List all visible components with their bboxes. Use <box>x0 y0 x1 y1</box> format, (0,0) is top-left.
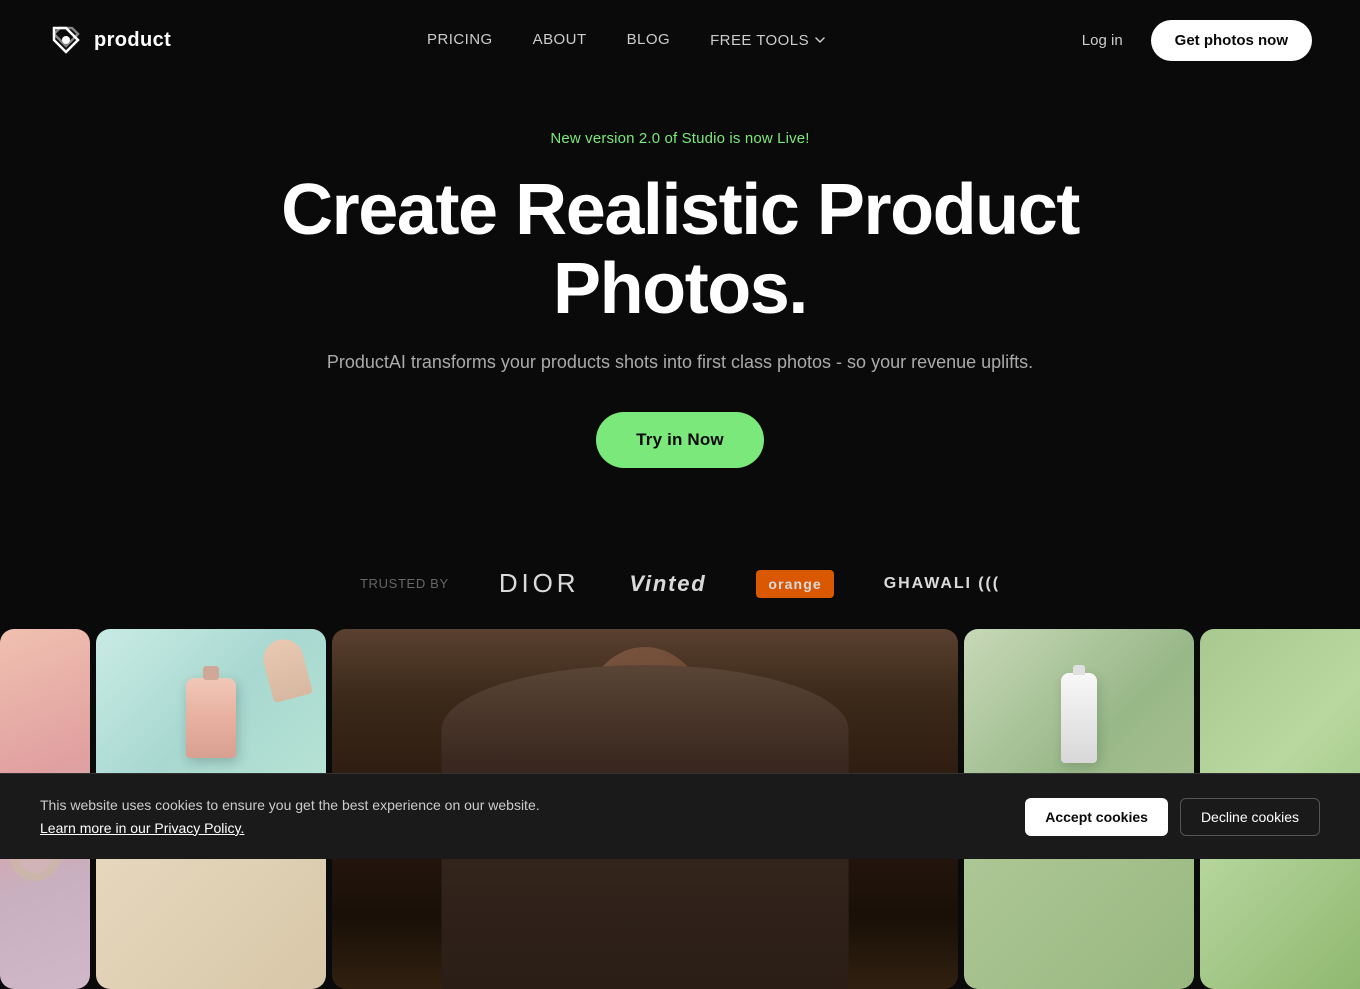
chevron-down-icon <box>814 34 826 46</box>
cookie-text: This website uses cookies to ensure you … <box>40 794 540 839</box>
logo-icon <box>48 22 84 58</box>
brand-ghawali: GHAWALI ((( <box>884 575 1000 593</box>
nav-blog[interactable]: BLOG <box>627 31 670 48</box>
login-link[interactable]: Log in <box>1082 32 1123 49</box>
get-photos-button[interactable]: Get photos now <box>1151 20 1312 61</box>
cookie-banner: This website uses cookies to ensure you … <box>0 773 1360 859</box>
try-now-button[interactable]: Try in Now <box>596 412 764 468</box>
trusted-section: Trusted by DIOR Vinted orange GHAWALI ((… <box>0 528 1360 629</box>
navbar: product PRICING ABOUT BLOG FREE TOOLS Lo… <box>0 0 1360 80</box>
trusted-label: Trusted by <box>360 576 449 591</box>
nav-about[interactable]: ABOUT <box>533 31 587 48</box>
cookie-actions: Accept cookies Decline cookies <box>1025 798 1320 836</box>
brand-vinted: Vinted <box>629 571 706 597</box>
skincare-bottle-decoration <box>1061 673 1097 763</box>
logo-text: product <box>94 29 171 52</box>
hand-decoration <box>259 635 313 703</box>
nav-right: Log in Get photos now <box>1082 20 1312 61</box>
nav-pricing[interactable]: PRICING <box>427 31 493 48</box>
nav-links: PRICING ABOUT BLOG FREE TOOLS <box>427 31 826 49</box>
nav-free-tools[interactable]: FREE TOOLS <box>710 32 809 49</box>
hero-subtitle: ProductAI transforms your products shots… <box>20 349 1340 376</box>
accept-cookies-button[interactable]: Accept cookies <box>1025 798 1168 836</box>
hero-title: Create Realistic Product Photos. <box>180 171 1180 329</box>
hero-section: New version 2.0 of Studio is now Live! C… <box>0 80 1360 528</box>
perfume-bottle-decoration <box>186 678 236 758</box>
logo[interactable]: product <box>48 22 171 58</box>
brand-dior: DIOR <box>499 568 580 599</box>
privacy-policy-link[interactable]: Learn more in our Privacy Policy. <box>40 820 244 836</box>
hero-badge: New version 2.0 of Studio is now Live! <box>550 130 809 147</box>
brand-orange: orange <box>756 570 833 598</box>
decline-cookies-button[interactable]: Decline cookies <box>1180 798 1320 836</box>
